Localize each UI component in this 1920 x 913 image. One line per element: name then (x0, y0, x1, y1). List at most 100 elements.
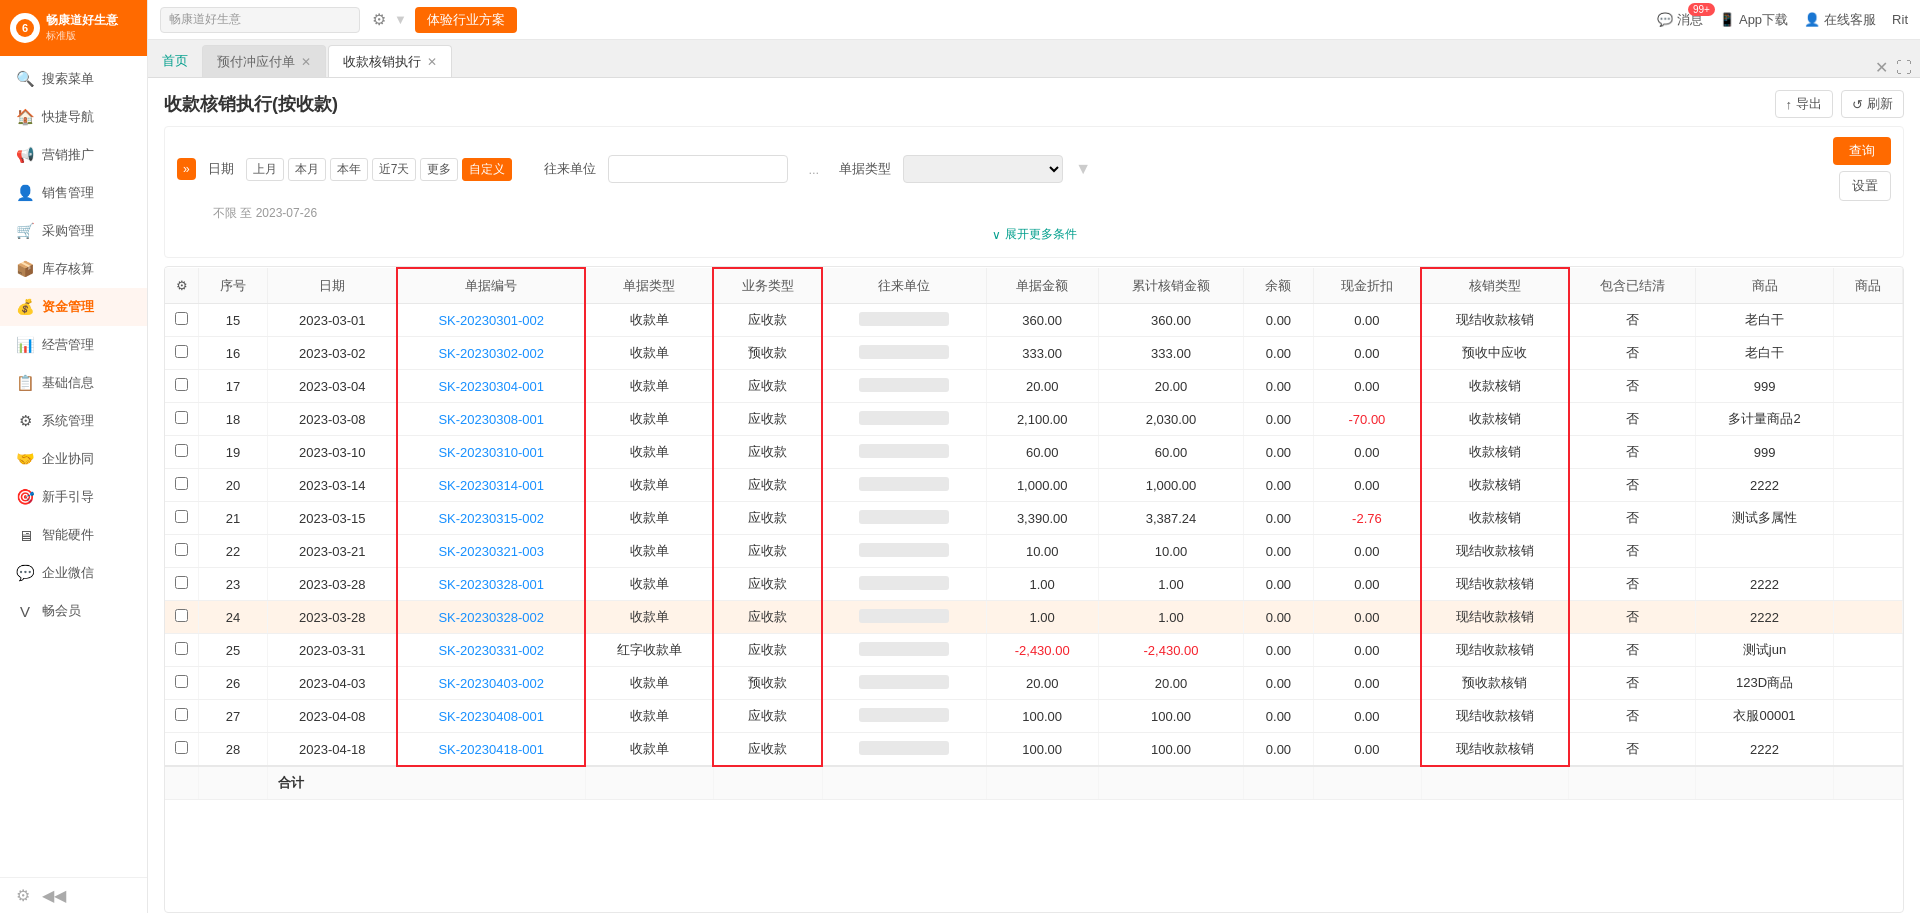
td-settings[interactable] (165, 304, 199, 337)
td-cash-discount: 0.00 (1313, 733, 1421, 767)
td-bill-no: SK-20230408-001 (397, 700, 585, 733)
date-btn-more[interactable]: 更多 (420, 158, 458, 181)
td-no: 27 (199, 700, 268, 733)
tab-close-all-icon[interactable]: ✕ (1875, 58, 1888, 77)
tab-payable-close-icon[interactable]: ✕ (301, 55, 311, 69)
td-settings[interactable] (165, 700, 199, 733)
sidebar-item-marketing[interactable]: 📢 营销推广 (0, 136, 147, 174)
bill-no-link[interactable]: SK-20230321-003 (438, 544, 544, 559)
collapse-icon[interactable]: ◀◀ (42, 886, 66, 905)
tab-expand-icon[interactable]: ⛶ (1896, 59, 1912, 77)
row-checkbox[interactable] (175, 642, 188, 655)
row-checkbox[interactable] (175, 741, 188, 754)
bill-no-link[interactable]: SK-20230304-001 (438, 379, 544, 394)
online-service[interactable]: 👤 在线客服 (1804, 11, 1876, 29)
td-cancel-type: 预收款核销 (1421, 667, 1568, 700)
row-checkbox[interactable] (175, 543, 188, 556)
td-settings[interactable] (165, 337, 199, 370)
finance-icon: 💰 (16, 298, 34, 316)
app-download[interactable]: 📱 App下载 (1719, 11, 1788, 29)
partner-filter-input[interactable] (608, 155, 788, 183)
bill-no-link[interactable]: SK-20230328-001 (438, 577, 544, 592)
bill-no-link[interactable]: SK-20230418-001 (438, 742, 544, 757)
bill-no-link[interactable]: SK-20230328-002 (438, 610, 544, 625)
solution-button[interactable]: 体验行业方案 (415, 7, 517, 33)
row-checkbox[interactable] (175, 477, 188, 490)
query-button[interactable]: 查询 (1833, 137, 1891, 165)
sidebar-item-wechat[interactable]: 💬 企业微信 (0, 554, 147, 592)
sidebar-item-sales[interactable]: 👤 销售管理 (0, 174, 147, 212)
sidebar-item-operations[interactable]: 📊 经营管理 (0, 326, 147, 364)
td-total-cancel: 333.00 (1098, 337, 1244, 370)
row-checkbox[interactable] (175, 345, 188, 358)
filter-toggle-button[interactable]: » (177, 158, 196, 180)
tab-home[interactable]: 首页 (150, 45, 200, 77)
td-settings[interactable] (165, 634, 199, 667)
user-name[interactable]: Rit (1892, 12, 1908, 27)
td-settings[interactable] (165, 733, 199, 767)
bill-no-link[interactable]: SK-20230331-002 (438, 643, 544, 658)
sidebar-item-quicknav[interactable]: 🏠 快捷导航 (0, 98, 147, 136)
td-product: 衣服00001 (1696, 700, 1833, 733)
date-btn-this-year[interactable]: 本年 (330, 158, 368, 181)
row-checkbox[interactable] (175, 708, 188, 721)
td-settings[interactable] (165, 667, 199, 700)
td-cash-discount: 0.00 (1313, 469, 1421, 502)
sidebar-item-purchase[interactable]: 🛒 采购管理 (0, 212, 147, 250)
app-download-icon: 📱 (1719, 12, 1735, 27)
tab-payable[interactable]: 预付冲应付单 ✕ (202, 45, 326, 77)
sidebar-item-guide[interactable]: 🎯 新手引导 (0, 478, 147, 516)
export-button[interactable]: ↑ 导出 (1775, 90, 1834, 118)
sidebar-item-search[interactable]: 🔍 搜索菜单 (0, 60, 147, 98)
td-product2 (1833, 700, 1902, 733)
td-settings[interactable] (165, 370, 199, 403)
settings-bottom-icon[interactable]: ⚙ (16, 886, 30, 905)
td-settings[interactable] (165, 436, 199, 469)
td-settings[interactable] (165, 568, 199, 601)
expand-filter-button[interactable]: ∨ 展开更多条件 (177, 226, 1891, 243)
date-btn-last-month[interactable]: 上月 (246, 158, 284, 181)
td-settings[interactable] (165, 535, 199, 568)
date-btn-this-month[interactable]: 本月 (288, 158, 326, 181)
row-checkbox[interactable] (175, 576, 188, 589)
message-badge[interactable]: 💬 消息 99+ (1657, 11, 1703, 29)
date-btn-7days[interactable]: 近7天 (372, 158, 417, 181)
row-checkbox[interactable] (175, 510, 188, 523)
sidebar-item-hardware[interactable]: 🖥 智能硬件 (0, 516, 147, 554)
td-bill-type: 收款单 (585, 535, 713, 568)
bill-no-link[interactable]: SK-20230308-001 (438, 412, 544, 427)
row-checkbox[interactable] (175, 411, 188, 424)
td-settings[interactable] (165, 469, 199, 502)
sidebar-item-basic[interactable]: 📋 基础信息 (0, 364, 147, 402)
topbar-gear-icon[interactable]: ⚙ (372, 10, 386, 29)
url-bar[interactable]: 畅康道好生意 (160, 7, 360, 33)
sidebar-item-member[interactable]: V 畅会员 (0, 592, 147, 630)
sidebar-item-system[interactable]: ⚙ 系统管理 (0, 402, 147, 440)
sidebar-item-corp[interactable]: 🤝 企业协同 (0, 440, 147, 478)
bill-no-link[interactable]: SK-20230301-002 (438, 313, 544, 328)
date-btn-custom[interactable]: 自定义 (462, 158, 512, 181)
bill-no-link[interactable]: SK-20230315-002 (438, 511, 544, 526)
td-settings[interactable] (165, 403, 199, 436)
td-settings[interactable] (165, 502, 199, 535)
bill-no-link[interactable]: SK-20230314-001 (438, 478, 544, 493)
row-checkbox[interactable] (175, 609, 188, 622)
bill-no-link[interactable]: SK-20230403-002 (438, 676, 544, 691)
tab-collection-close-icon[interactable]: ✕ (427, 55, 437, 69)
refresh-button[interactable]: ↺ 刷新 (1841, 90, 1904, 118)
bill-no-link[interactable]: SK-20230310-001 (438, 445, 544, 460)
td-biz-type: 应收款 (713, 601, 822, 634)
tab-collection[interactable]: 收款核销执行 ✕ (328, 45, 452, 77)
row-checkbox[interactable] (175, 378, 188, 391)
td-settings[interactable] (165, 601, 199, 634)
voucher-type-select[interactable] (903, 155, 1063, 183)
row-checkbox[interactable] (175, 312, 188, 325)
row-checkbox[interactable] (175, 444, 188, 457)
th-settings[interactable]: ⚙ (165, 268, 199, 304)
sidebar-item-inventory[interactable]: 📦 库存核算 (0, 250, 147, 288)
row-checkbox[interactable] (175, 675, 188, 688)
bill-no-link[interactable]: SK-20230408-001 (438, 709, 544, 724)
bill-no-link[interactable]: SK-20230302-002 (438, 346, 544, 361)
setting-button[interactable]: 设置 (1839, 171, 1891, 201)
sidebar-item-finance[interactable]: 💰 资金管理 (0, 288, 147, 326)
